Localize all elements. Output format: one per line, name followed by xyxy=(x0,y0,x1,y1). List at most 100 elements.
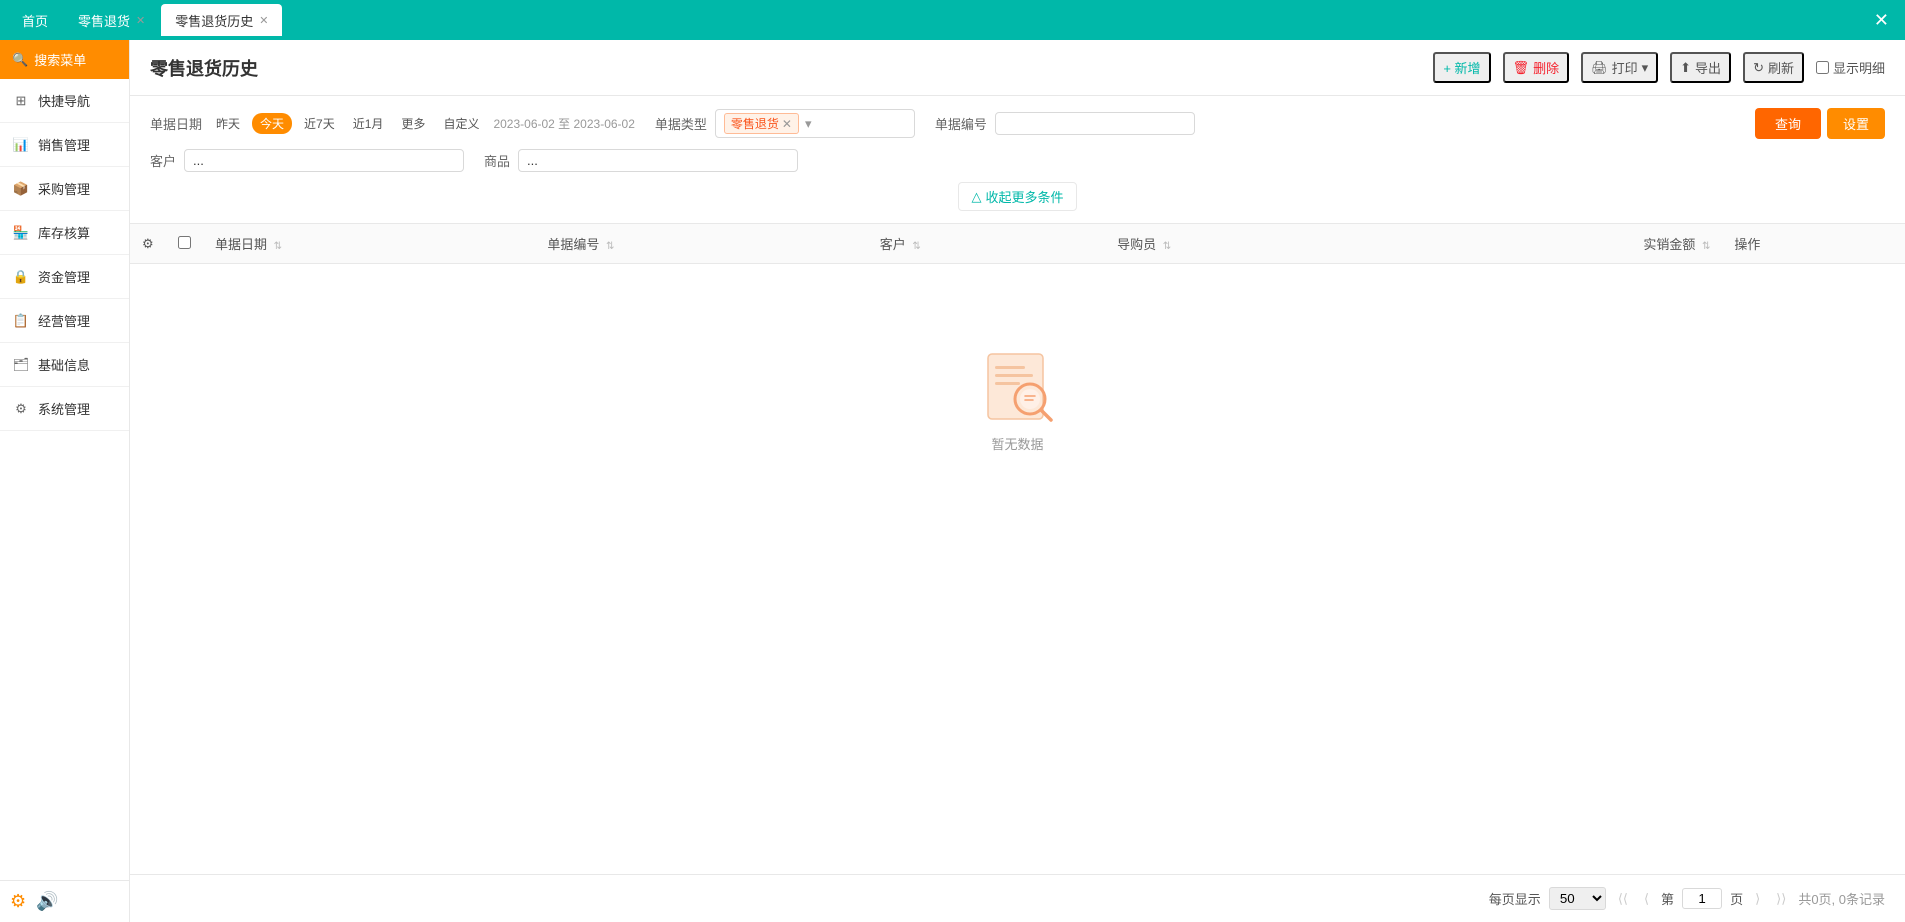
collapse-row: △ 收起更多条件 xyxy=(150,182,1885,211)
sidebar-nav: ⊞ 快捷导航 📊 销售管理 📦 采购管理 🏪 库存核算 🔒 资金管理 📋 xyxy=(0,79,129,880)
col-customer-label: 客户 xyxy=(880,237,906,252)
customer-select[interactable]: ... xyxy=(184,149,464,172)
date-btn-1month[interactable]: 近1月 xyxy=(347,113,390,134)
total-info: 共0页, 0条记录 xyxy=(1798,889,1885,908)
page-size-label: 每页显示 xyxy=(1489,889,1541,908)
date-btn-7days[interactable]: 近7天 xyxy=(298,113,341,134)
first-page-button[interactable]: ⟨⟨ xyxy=(1614,889,1632,909)
type-filter-tag: 零售退货 ✕ xyxy=(724,113,799,134)
col-guide: 导购员 ⇅ xyxy=(1105,224,1390,264)
sidebar-audio-button[interactable]: 🔊 xyxy=(36,891,58,912)
table-area: ⚙ 单据日期 ⇅ 单据编号 ⇅ xyxy=(130,224,1905,874)
sidebar-item-quick-nav-label: 快捷导航 xyxy=(38,91,90,110)
sidebar-item-operations[interactable]: 📋 经营管理 xyxy=(0,299,129,343)
date-btn-today[interactable]: 今天 xyxy=(252,113,292,134)
content-area: 零售退货历史 + 新增 🗑 删除 🖨 打印 ▾ ⬆ 导出 ↻ xyxy=(130,40,1905,922)
filter-row-2: 客户 ... 商品 ... xyxy=(150,149,1885,172)
ops-icon: 📋 xyxy=(12,312,30,330)
date-btn-custom[interactable]: 自定义 xyxy=(437,113,485,134)
tab-home-label: 首页 xyxy=(22,11,48,30)
sidebar-search[interactable]: 🔍 搜索菜单 xyxy=(0,40,129,79)
filter-goods: 商品 ... xyxy=(484,149,798,172)
query-actions: 查询 设置 xyxy=(1755,108,1885,139)
col-customer: 客户 ⇅ xyxy=(868,224,1105,264)
export-label: 导出 xyxy=(1695,58,1721,77)
chart-icon: 📊 xyxy=(12,136,30,154)
col-settings: ⚙ xyxy=(130,224,166,264)
delete-button[interactable]: 🗑 删除 xyxy=(1503,52,1570,83)
col-order-no-label: 单据编号 xyxy=(547,237,599,252)
col-amount-sort[interactable]: ⇅ xyxy=(1702,241,1710,252)
print-button[interactable]: 🖨 打印 ▾ xyxy=(1581,52,1658,83)
col-customer-sort[interactable]: ⇅ xyxy=(912,241,920,252)
collapse-icon: △ xyxy=(971,189,981,205)
sidebar-item-finance[interactable]: 🔒 资金管理 xyxy=(0,255,129,299)
print-dropdown-icon: ▾ xyxy=(1642,60,1649,76)
col-date: 单据日期 ⇅ xyxy=(203,224,535,264)
filter-settings-button[interactable]: 设置 xyxy=(1827,108,1885,139)
display-toggle-checkbox[interactable] xyxy=(1816,61,1829,74)
page-size-select[interactable]: 50 10 20 100 xyxy=(1549,887,1606,910)
delete-label: 删除 xyxy=(1533,58,1559,77)
sidebar-item-basic-info[interactable]: 🗂 基础信息 xyxy=(0,343,129,387)
refresh-button[interactable]: ↻ 刷新 xyxy=(1743,52,1804,83)
sidebar-item-operations-label: 经营管理 xyxy=(38,311,90,330)
query-button[interactable]: 查询 xyxy=(1755,108,1821,139)
tab-retail-return[interactable]: 零售退货 ✕ xyxy=(64,4,159,36)
col-date-sort[interactable]: ⇅ xyxy=(274,241,282,252)
filter-type: 单据类型 零售退货 ✕ ▾ xyxy=(655,109,915,138)
order-no-input[interactable] xyxy=(995,112,1195,135)
sidebar: 🔍 搜索菜单 ⊞ 快捷导航 📊 销售管理 📦 采购管理 🏪 库存核算 🔒 xyxy=(0,40,130,922)
sidebar-item-finance-label: 资金管理 xyxy=(38,267,90,286)
export-button[interactable]: ⬆ 导出 xyxy=(1670,52,1731,83)
table-settings-icon[interactable]: ⚙ xyxy=(142,236,154,251)
sidebar-item-sales-mgmt[interactable]: 📊 销售管理 xyxy=(0,123,129,167)
new-button[interactable]: + 新增 xyxy=(1433,52,1490,83)
col-guide-sort[interactable]: ⇅ xyxy=(1163,241,1171,252)
sidebar-search-label: 搜索菜单 xyxy=(34,50,86,69)
info-icon: 🗂 xyxy=(12,356,30,374)
tab-retail-return-history[interactable]: 零售退货历史 ✕ xyxy=(161,4,282,36)
empty-state: 暂无数据 xyxy=(130,264,1905,533)
col-order-no-sort[interactable]: ⇅ xyxy=(606,241,614,252)
print-label: 打印 xyxy=(1612,58,1638,77)
sidebar-item-system-mgmt[interactable]: ⚙ 系统管理 xyxy=(0,387,129,431)
filter-order-no: 单据编号 xyxy=(935,112,1195,135)
prev-page-button[interactable]: ⟨ xyxy=(1640,889,1653,909)
pagination: 每页显示 50 10 20 100 ⟨⟨ ⟨ 第 页 ⟩ ⟩⟩ 共0页, 0条记… xyxy=(130,874,1905,922)
type-filter-remove[interactable]: ✕ xyxy=(782,117,792,131)
export-icon: ⬆ xyxy=(1680,60,1691,76)
empty-text: 暂无数据 xyxy=(991,434,1043,453)
tab-retail-return-close[interactable]: ✕ xyxy=(136,14,145,27)
box-icon: 📦 xyxy=(12,180,30,198)
display-toggle[interactable]: 显示明细 xyxy=(1816,58,1885,77)
warehouse-icon: 🏪 xyxy=(12,224,30,242)
tab-retail-return-label: 零售退货 xyxy=(78,11,130,30)
table-body: 暂无数据 xyxy=(130,264,1905,534)
window-close-button[interactable]: ✕ xyxy=(1866,10,1897,31)
col-action-label: 操作 xyxy=(1734,237,1760,252)
sidebar-item-quick-nav[interactable]: ⊞ 快捷导航 xyxy=(0,79,129,123)
last-page-button[interactable]: ⟩⟩ xyxy=(1772,889,1790,909)
lock-icon: 🔒 xyxy=(12,268,30,286)
tab-retail-return-history-close[interactable]: ✕ xyxy=(259,14,268,27)
sidebar-item-purchase-mgmt[interactable]: 📦 采购管理 xyxy=(0,167,129,211)
date-btn-yesterday[interactable]: 昨天 xyxy=(210,113,246,134)
page-number-input[interactable] xyxy=(1682,888,1722,909)
tab-home[interactable]: 首页 xyxy=(8,4,62,36)
refresh-icon: ↻ xyxy=(1753,60,1764,76)
collapse-button[interactable]: △ 收起更多条件 xyxy=(958,182,1076,211)
refresh-label: 刷新 xyxy=(1768,58,1794,77)
next-page-button[interactable]: ⟩ xyxy=(1751,889,1764,909)
sidebar-settings-button[interactable]: ⚙ xyxy=(10,891,26,912)
type-filter-arrow: ▾ xyxy=(805,116,812,132)
sidebar-item-inventory-label: 库存核算 xyxy=(38,223,90,242)
type-filter-select[interactable]: 零售退货 ✕ ▾ xyxy=(715,109,915,138)
select-all-checkbox[interactable] xyxy=(178,236,191,249)
gear-icon: ⚙ xyxy=(12,400,30,418)
goods-select[interactable]: ... xyxy=(518,149,798,172)
top-bar: 首页 零售退货 ✕ 零售退货历史 ✕ ✕ xyxy=(0,0,1905,40)
sidebar-item-inventory[interactable]: 🏪 库存核算 xyxy=(0,211,129,255)
sidebar-footer: ⚙ 🔊 xyxy=(0,880,129,922)
date-btn-more[interactable]: 更多 xyxy=(395,113,431,134)
